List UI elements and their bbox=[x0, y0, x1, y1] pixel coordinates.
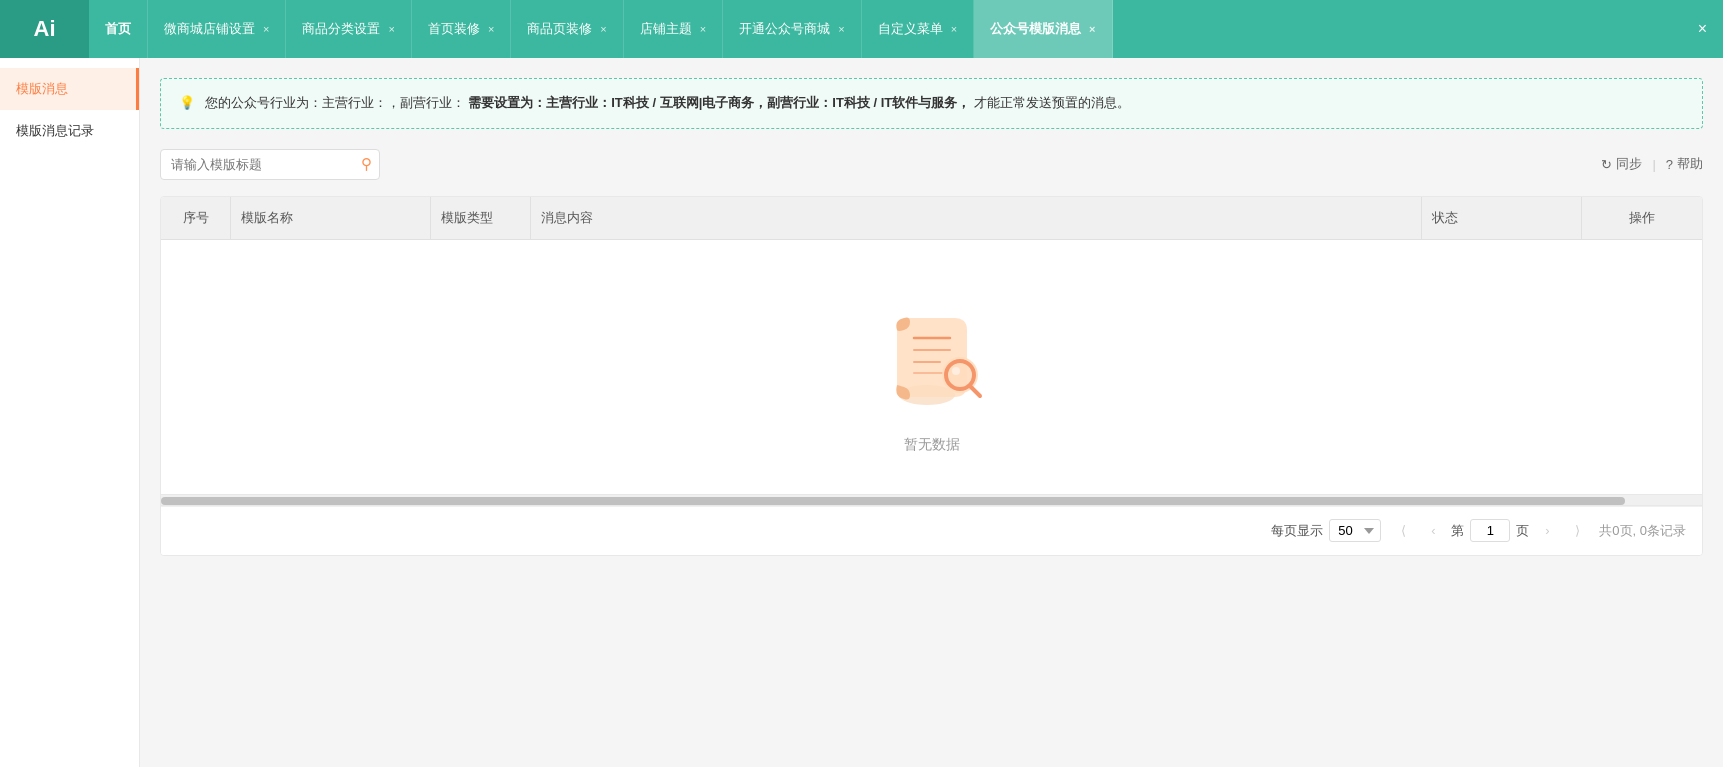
close-all-button[interactable]: × bbox=[1682, 20, 1723, 38]
nav-tab-weshop[interactable]: 微商城店铺设置× bbox=[148, 0, 286, 58]
search-right: ↻ 同步 | ? 帮助 bbox=[1601, 155, 1703, 173]
help-icon: ? bbox=[1666, 157, 1673, 172]
search-left: ⚲ bbox=[160, 149, 380, 180]
nav-tab-open-mall[interactable]: 开通公众号商城× bbox=[723, 0, 861, 58]
horizontal-scrollbar[interactable] bbox=[161, 494, 1702, 506]
page-size-label: 每页显示 bbox=[1271, 522, 1323, 540]
nav-tab-homepage[interactable]: 首页装修× bbox=[412, 0, 511, 58]
nav-tab-custom-menu[interactable]: 自定义菜单× bbox=[862, 0, 974, 58]
search-icon[interactable]: ⚲ bbox=[361, 155, 372, 173]
help-button[interactable]: ? 帮助 bbox=[1666, 155, 1703, 173]
table-header: 序号 模版名称 模版类型 消息内容 状态 操作 bbox=[161, 197, 1702, 240]
page-number-input[interactable] bbox=[1470, 519, 1510, 542]
total-info: 共0页, 0条记录 bbox=[1599, 522, 1686, 540]
page-unit: 页 bbox=[1516, 522, 1529, 540]
first-page-button[interactable]: ⟨ bbox=[1391, 519, 1415, 543]
nav-tabs-container: 首页微商城店铺设置×商品分类设置×首页装修×商品页装修×店铺主题×开通公众号商城… bbox=[89, 0, 1682, 58]
th-action: 操作 bbox=[1582, 197, 1702, 239]
empty-text: 暂无数据 bbox=[904, 436, 960, 454]
last-page-button[interactable]: ⟩ bbox=[1565, 519, 1589, 543]
close-tab-category[interactable]: × bbox=[388, 23, 394, 35]
main-content: 💡 您的公众号行业为：主营行业：，副营行业： 需要设置为：主营行业：IT科技 /… bbox=[140, 58, 1723, 767]
search-input-wrap: ⚲ bbox=[160, 149, 380, 180]
table-wrap: 序号 模版名称 模版类型 消息内容 状态 操作 bbox=[160, 196, 1703, 556]
close-tab-weshop[interactable]: × bbox=[263, 23, 269, 35]
bulb-icon: 💡 bbox=[179, 95, 195, 110]
page-prefix: 第 bbox=[1451, 522, 1464, 540]
nav-tab-home[interactable]: 首页 bbox=[89, 0, 148, 58]
empty-illustration bbox=[872, 300, 992, 420]
close-tab-template-msg[interactable]: × bbox=[1089, 23, 1095, 35]
svg-line-7 bbox=[970, 386, 980, 396]
next-page-button[interactable]: › bbox=[1535, 519, 1559, 543]
close-tab-homepage[interactable]: × bbox=[488, 23, 494, 35]
th-type: 模版类型 bbox=[431, 197, 531, 239]
sync-icon: ↻ bbox=[1601, 157, 1612, 172]
nav-tab-template-msg[interactable]: 公众号模版消息× bbox=[974, 0, 1112, 58]
scroll-thumb[interactable] bbox=[161, 497, 1625, 505]
page-size-select[interactable]: 50 10 20 100 bbox=[1329, 519, 1381, 542]
nav-tab-theme[interactable]: 店铺主题× bbox=[624, 0, 723, 58]
top-nav: Ai 首页微商城店铺设置×商品分类设置×首页装修×商品页装修×店铺主题×开通公众… bbox=[0, 0, 1723, 58]
th-seq: 序号 bbox=[161, 197, 231, 239]
sidebar-item-template-history[interactable]: 模版消息记录 bbox=[0, 110, 139, 152]
close-tab-custom-menu[interactable]: × bbox=[951, 23, 957, 35]
sync-label: 同步 bbox=[1616, 155, 1642, 173]
close-tab-product-page[interactable]: × bbox=[600, 23, 606, 35]
main-layout: 模版消息模版消息记录 💡 您的公众号行业为：主营行业：，副营行业： 需要设置为：… bbox=[0, 58, 1723, 767]
close-tab-open-mall[interactable]: × bbox=[838, 23, 844, 35]
help-label: 帮助 bbox=[1677, 155, 1703, 173]
sidebar: 模版消息模版消息记录 bbox=[0, 58, 140, 767]
nav-tab-product-page[interactable]: 商品页装修× bbox=[511, 0, 623, 58]
th-content: 消息内容 bbox=[531, 197, 1422, 239]
app-logo: Ai bbox=[0, 0, 89, 58]
svg-point-8 bbox=[952, 367, 960, 375]
sidebar-item-template-msg[interactable]: 模版消息 bbox=[0, 68, 139, 110]
search-input[interactable] bbox=[160, 149, 380, 180]
th-name: 模版名称 bbox=[231, 197, 431, 239]
th-status: 状态 bbox=[1422, 197, 1582, 239]
sync-button[interactable]: ↻ 同步 bbox=[1601, 155, 1642, 173]
divider: | bbox=[1652, 157, 1655, 172]
nav-tab-category[interactable]: 商品分类设置× bbox=[286, 0, 411, 58]
notice-highlight: 需要设置为：主营行业：IT科技 / 互联网|电子商务，副营行业：IT科技 / I… bbox=[468, 95, 970, 110]
close-tab-theme[interactable]: × bbox=[700, 23, 706, 35]
search-bar: ⚲ ↻ 同步 | ? 帮助 bbox=[160, 149, 1703, 180]
pagination: 每页显示 50 10 20 100 ⟨ ‹ 第 页 › ⟩ bbox=[161, 506, 1702, 555]
notice-prefix: 您的公众号行业为：主营行业：，副营行业： bbox=[205, 95, 465, 110]
notice-banner: 💡 您的公众号行业为：主营行业：，副营行业： 需要设置为：主营行业：IT科技 /… bbox=[160, 78, 1703, 129]
notice-suffix: 才能正常发送预置的消息。 bbox=[974, 95, 1130, 110]
page-size-wrap: 每页显示 50 10 20 100 bbox=[1271, 519, 1381, 542]
empty-state: 暂无数据 bbox=[161, 240, 1702, 494]
logo-text: Ai bbox=[34, 16, 56, 42]
prev-page-button[interactable]: ‹ bbox=[1421, 519, 1445, 543]
page-nav: ⟨ ‹ 第 页 › ⟩ bbox=[1391, 519, 1589, 543]
